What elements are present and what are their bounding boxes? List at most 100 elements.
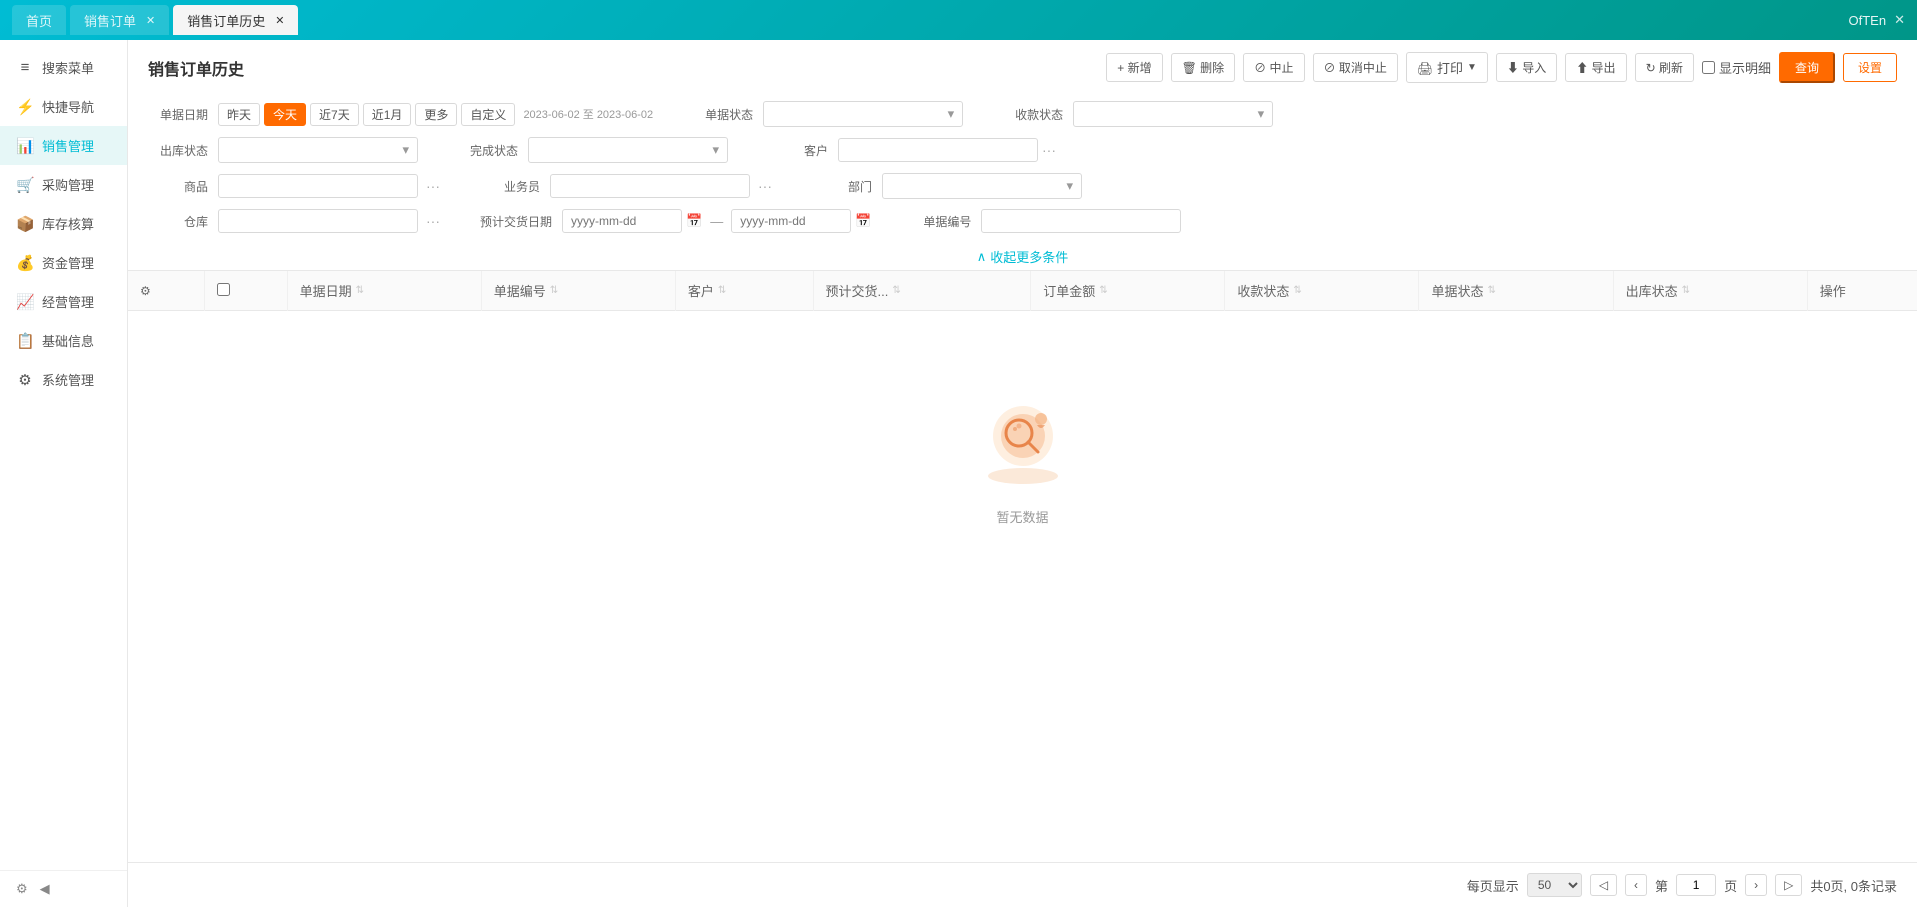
salesperson-label: 业务员	[480, 178, 550, 195]
tab-sales-order-history-label: 销售订单历史	[187, 11, 265, 30]
empty-state-cell: 暂无数据	[128, 311, 1917, 607]
cancel-stop-button[interactable]: ⊘ 取消中止	[1313, 53, 1398, 82]
cal-end-icon[interactable]: 📅	[855, 213, 871, 229]
th-order-no-sort[interactable]: 单据编号 ⇅	[494, 281, 663, 300]
page-word: 页	[1724, 876, 1737, 895]
sidebar-item-search-menu[interactable]: ≡ 搜索菜单	[0, 48, 127, 87]
refresh-button[interactable]: ↻ 刷新	[1635, 53, 1694, 82]
sidebar-item-basic-info[interactable]: 📋 基础信息	[0, 321, 127, 360]
out-status-dropdown-icon: ▾	[402, 142, 409, 158]
out-status-select[interactable]: ▾	[218, 137, 418, 163]
page-title: 销售订单历史	[148, 56, 244, 80]
status-dropdown-icon: ▾	[948, 106, 955, 122]
date-btn-today[interactable]: 今天	[264, 103, 306, 126]
date-btn-yesterday[interactable]: 昨天	[218, 103, 260, 126]
sidebar-item-finance[interactable]: 💰 资金管理	[0, 243, 127, 282]
salesperson-input[interactable]	[550, 174, 750, 198]
th-customer-sort[interactable]: 客户 ⇅	[688, 281, 801, 300]
th-order-no: 单据编号 ⇅	[481, 271, 675, 311]
th-order-status-sort[interactable]: 单据状态 ⇅	[1431, 281, 1600, 300]
page-size-select[interactable]: 50 10 20 100	[1527, 873, 1582, 897]
operations-icon: 📈	[16, 293, 34, 311]
sys-mgmt-icon: ⚙	[16, 371, 34, 389]
query-button[interactable]: 查询	[1779, 52, 1835, 83]
th-order-status: 单据状态 ⇅	[1419, 271, 1613, 311]
sidebar-settings-icon[interactable]: ⚙	[16, 881, 28, 897]
date-label: 单据日期	[148, 106, 218, 123]
tab-home[interactable]: 首页	[12, 5, 66, 35]
first-page-btn[interactable]: ◁	[1590, 874, 1617, 896]
empty-state-row: 暂无数据	[128, 311, 1917, 607]
filter-area: 单据日期 昨天 今天 近7天 近1月 更多 自定义 2023-06-02 至 2…	[148, 93, 1897, 270]
th-delivery-date-sort[interactable]: 预计交货... ⇅	[826, 281, 1019, 300]
tab-sales-order-history-close[interactable]: ✕	[275, 14, 284, 27]
export-button[interactable]: ⬆ 导出	[1565, 53, 1626, 82]
warehouse-dots-btn[interactable]: ···	[426, 213, 440, 229]
data-table: ⚙ 单据日期 ⇅ 单据编号 ⇅	[128, 271, 1917, 606]
tab-sales-order-close[interactable]: ✕	[146, 14, 155, 27]
customer-input[interactable]	[838, 138, 1038, 162]
prev-page-btn[interactable]: ‹	[1625, 874, 1647, 896]
customer-dots-btn[interactable]: ···	[1042, 142, 1056, 158]
date-btn-1month[interactable]: 近1月	[363, 103, 412, 126]
sidebar-collapse-icon[interactable]: ◀	[40, 881, 50, 897]
th-amount: 订单金额 ⇅	[1031, 271, 1225, 311]
delivery-date-end[interactable]	[731, 209, 851, 233]
th-customer: 客户 ⇅	[675, 271, 813, 311]
complete-status-select[interactable]: ▾	[528, 137, 728, 163]
tab-sales-order-history[interactable]: 销售订单历史 ✕	[173, 5, 298, 35]
th-checkbox[interactable]	[205, 271, 288, 311]
date-btn-custom[interactable]: 自定义	[461, 103, 515, 126]
sidebar-item-sys-mgmt-label: 系统管理	[42, 370, 94, 389]
new-button[interactable]: + 新增	[1106, 53, 1162, 82]
display-detail-label: 显示明细	[1719, 58, 1771, 77]
salesperson-dots-btn[interactable]: ···	[758, 178, 772, 194]
order-num-input[interactable]	[981, 209, 1181, 233]
window-close-btn[interactable]: ✕	[1894, 12, 1905, 28]
goods-label: 商品	[148, 178, 218, 195]
settings-button[interactable]: 设置	[1843, 53, 1897, 82]
th-date-sort[interactable]: 单据日期 ⇅	[300, 281, 469, 300]
print-button[interactable]: 🖨 打印 ▼	[1406, 52, 1488, 83]
status-select[interactable]: ▾	[763, 101, 963, 127]
select-all-checkbox[interactable]	[217, 283, 230, 296]
receipt-status-select[interactable]: ▾	[1073, 101, 1273, 127]
last-page-btn[interactable]: ▷	[1775, 874, 1802, 896]
status-label: 单据状态	[693, 106, 763, 123]
page-num-input[interactable]	[1676, 874, 1716, 896]
filter-row-3: 商品 ··· 业务员 ··· 部门 ▾	[148, 173, 1897, 199]
sidebar-item-purchase-mgmt[interactable]: 🛒 采购管理	[0, 165, 127, 204]
collapse-row[interactable]: ∧ 收起更多条件	[148, 243, 1897, 270]
cal-start-icon[interactable]: 📅	[686, 213, 702, 229]
warehouse-input[interactable]	[218, 209, 418, 233]
th-out-status-sort[interactable]: 出库状态 ⇅	[1626, 281, 1795, 300]
goods-dots-btn[interactable]: ···	[426, 178, 440, 194]
sidebar-item-sys-mgmt[interactable]: ⚙ 系统管理	[0, 360, 127, 399]
sidebar-item-basic-info-label: 基础信息	[42, 331, 94, 350]
delivery-date-label: 预计交货日期	[480, 213, 562, 230]
goods-input[interactable]	[218, 174, 418, 198]
display-detail-checkbox-area[interactable]: 显示明细	[1702, 58, 1771, 77]
date-range-text: 2023-06-02 至 2023-06-02	[523, 106, 653, 122]
sidebar-item-operations[interactable]: 📈 经营管理	[0, 282, 127, 321]
delivery-date-start[interactable]	[562, 209, 682, 233]
th-receipt-status-sort[interactable]: 收款状态 ⇅	[1237, 281, 1406, 300]
sidebar-item-sales-mgmt[interactable]: 📊 销售管理	[0, 126, 127, 165]
date-btn-7days[interactable]: 近7天	[310, 103, 359, 126]
tab-sales-order[interactable]: 销售订单 ✕	[70, 5, 169, 35]
th-settings[interactable]: ⚙	[128, 271, 205, 311]
dept-select[interactable]: ▾	[882, 173, 1082, 199]
import-button[interactable]: ⬇ 导入	[1496, 53, 1557, 82]
next-page-btn[interactable]: ›	[1745, 874, 1767, 896]
date-btn-more[interactable]: 更多	[415, 103, 457, 126]
order-num-label: 单据编号	[911, 213, 981, 230]
sidebar-item-inventory[interactable]: 📦 库存核算	[0, 204, 127, 243]
delete-button[interactable]: 🗑 删除	[1171, 53, 1236, 82]
th-receipt-status-sort-icon: ⇅	[1293, 285, 1301, 296]
tab-sales-order-label: 销售订单	[84, 11, 136, 30]
sidebar: ≡ 搜索菜单 ⚡ 快捷导航 📊 销售管理 🛒 采购管理 📦 库存核算 💰 资金管…	[0, 40, 128, 907]
display-detail-checkbox[interactable]	[1702, 61, 1715, 74]
stop-button[interactable]: ⊘ 中止	[1243, 53, 1304, 82]
sidebar-item-quick-nav[interactable]: ⚡ 快捷导航	[0, 87, 127, 126]
th-amount-sort[interactable]: 订单金额 ⇅	[1043, 281, 1212, 300]
